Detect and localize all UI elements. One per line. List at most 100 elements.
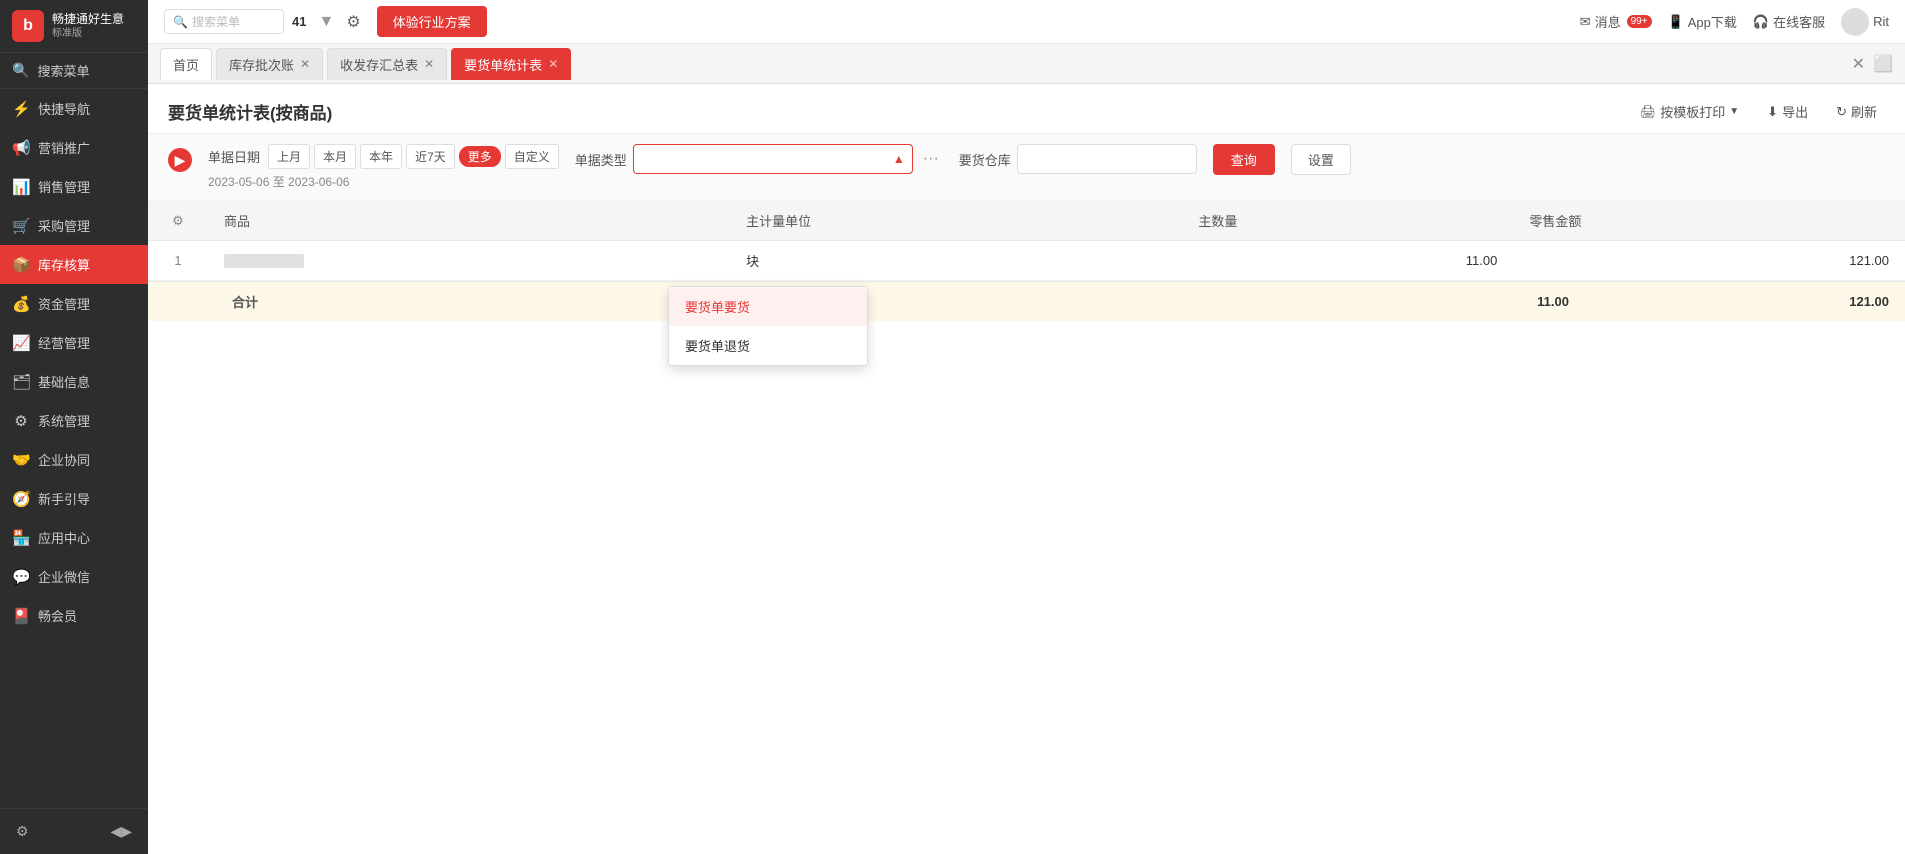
window-close-icon[interactable]: ✕ — [1852, 54, 1865, 74]
filter-bar: ▶ 单据日期 上月 本月 本年 近7天 更多 自定义 2023-05-06 至 … — [148, 134, 1905, 201]
main-area: 🔍 搜索菜单 41 ▼ ⚙ 体验行业方案 ✉ 消息 99+ 📱 App下载 🎧 … — [148, 0, 1905, 854]
sidebar-item-purchase[interactable]: 🛒 采购管理 — [0, 206, 148, 245]
shortcut-icon: ⚡ — [12, 100, 30, 118]
date-btn-this-year[interactable]: 本年 — [360, 144, 402, 169]
sidebar-item-basic[interactable]: 🗂 基础信息 — [0, 362, 148, 401]
refresh-icon: ↻ — [1836, 104, 1847, 120]
topbar: 🔍 搜索菜单 41 ▼ ⚙ 体验行业方案 ✉ 消息 99+ 📱 App下载 🎧 … — [148, 0, 1905, 44]
export-btn[interactable]: ⬇ 导出 — [1759, 98, 1816, 125]
filter-date-row: 单据日期 上月 本月 本年 近7天 更多 自定义 — [208, 144, 559, 169]
col-amount: 零售金额 — [1513, 201, 1905, 241]
date-label: 单据日期 — [208, 147, 260, 166]
tab-requisition[interactable]: 要货单统计表 ✕ — [451, 48, 571, 80]
appstore-icon: 🏪 — [12, 529, 30, 547]
sidebar-item-wechat[interactable]: 💬 企业微信 — [0, 557, 148, 596]
sidebar-item-finance[interactable]: 💰 资金管理 — [0, 284, 148, 323]
cell-qty: 11.00 — [1182, 241, 1513, 281]
tabs-bar: 首页 库存批次账 ✕ 收发存汇总表 ✕ 要货单统计表 ✕ ✕ ⬜ — [148, 44, 1905, 84]
print-dropdown-icon: ▼ — [1729, 106, 1739, 117]
data-table-container: ⚙ 商品 主计量单位 主数量 零售金额 1 — [148, 201, 1905, 281]
date-btn-last-month[interactable]: 上月 — [268, 144, 310, 169]
search-icon: 🔍 — [12, 62, 29, 79]
sidebar-item-enterprise[interactable]: 🤝 企业协同 — [0, 440, 148, 479]
headset-icon: 🎧 — [1753, 14, 1769, 30]
sales-icon: 📊 — [12, 178, 30, 196]
collapse-sidebar-icon[interactable]: ◀▶ — [106, 819, 136, 844]
online-service-btn[interactable]: 🎧 在线客服 — [1753, 12, 1825, 31]
messages-btn[interactable]: ✉ 消息 99+ — [1580, 12, 1652, 31]
filter-type-row: 单据类型 ▲ ··· — [575, 144, 943, 174]
trial-btn[interactable]: 体验行业方案 — [377, 6, 487, 37]
messages-icon: ✉ — [1580, 14, 1591, 30]
basic-icon: 🗂 — [12, 373, 30, 391]
sidebar-bottom: ⚙ ◀▶ — [0, 808, 148, 854]
topbar-left: 🔍 搜索菜单 41 ▼ ⚙ 体验行业方案 — [164, 6, 1580, 37]
refresh-btn[interactable]: ↻ 刷新 — [1828, 98, 1885, 125]
mobile-icon: 📱 — [1668, 14, 1684, 30]
sidebar-item-appstore[interactable]: 🏪 应用中心 — [0, 518, 148, 557]
tab-receivables-close[interactable]: ✕ — [424, 57, 434, 71]
settings-btn[interactable]: 设置 — [1291, 144, 1351, 175]
print-template-btn[interactable]: 🖨 按模板打印 ▼ — [1632, 98, 1747, 125]
table-body: 1 块 11.00 121.00 — [148, 241, 1905, 281]
members-icon: 🎴 — [12, 607, 30, 625]
type-select-input[interactable] — [633, 144, 913, 174]
query-btn[interactable]: 查询 — [1213, 144, 1275, 175]
inventory-icon: 📦 — [12, 256, 30, 274]
tab-requisition-close[interactable]: ✕ — [548, 57, 558, 71]
guide-icon: 🧭 — [12, 490, 30, 508]
topbar-search-box[interactable]: 🔍 搜索菜单 — [164, 9, 284, 34]
topbar-settings-icon[interactable]: ⚙ — [346, 12, 360, 32]
marketing-icon: 📢 — [12, 139, 30, 157]
page-header: 要货单统计表(按商品) 🖨 按模板打印 ▼ ⬇ 导出 ↻ 刷新 — [148, 84, 1905, 134]
system-icon: ⚙ — [12, 412, 30, 430]
summary-label: 合计 — [224, 292, 464, 311]
filter-more-btn[interactable]: ··· — [919, 150, 943, 168]
tab-inventory-close[interactable]: ✕ — [300, 57, 310, 71]
sidebar-item-guide[interactable]: 🧭 新手引导 — [0, 479, 148, 518]
sidebar-item-system[interactable]: ⚙ 系统管理 — [0, 401, 148, 440]
dropdown-item-return[interactable]: 要货单退货 — [669, 326, 867, 365]
warehouse-input[interactable] — [1017, 144, 1197, 174]
summary-amount: 121.00 — [1769, 294, 1889, 309]
sidebar-search-item[interactable]: 🔍 搜索菜单 — [0, 53, 148, 89]
settings-bottom-icon[interactable]: ⚙ — [12, 819, 33, 844]
user-menu[interactable]: Rit — [1841, 8, 1889, 36]
tab-home-label: 首页 — [173, 55, 199, 74]
tab-home[interactable]: 首页 — [160, 48, 212, 80]
data-table: ⚙ 商品 主计量单位 主数量 零售金额 1 — [148, 201, 1905, 281]
date-btn-this-month[interactable]: 本月 — [314, 144, 356, 169]
date-btn-custom[interactable]: 自定义 — [505, 144, 559, 169]
tab-receivables[interactable]: 收发存汇总表 ✕ — [327, 48, 447, 80]
wechat-icon: 💬 — [12, 568, 30, 586]
window-maximize-icon[interactable]: ⬜ — [1873, 54, 1893, 74]
topbar-dropdown-arrow[interactable]: ▼ — [318, 13, 334, 31]
export-icon: ⬇ — [1767, 104, 1778, 120]
app-logo-icon: b — [12, 10, 44, 42]
user-name: Rit — [1873, 14, 1889, 29]
date-btn-last-7days[interactable]: 近7天 — [406, 144, 455, 169]
cell-unit: 块 — [730, 241, 1182, 281]
operations-icon: 📈 — [12, 334, 30, 352]
tab-requisition-label: 要货单统计表 — [464, 55, 542, 74]
filter-expand-btn[interactable]: ▶ — [168, 148, 192, 172]
sidebar-item-inventory[interactable]: 📦 库存核算 — [0, 245, 148, 284]
product-name-placeholder — [224, 254, 304, 268]
sidebar-item-shortcut[interactable]: ⚡ 快捷导航 — [0, 89, 148, 128]
sidebar-item-operations[interactable]: 📈 经营管理 — [0, 323, 148, 362]
filter-date-range-row: 2023-05-06 至 2023-06-06 — [208, 173, 559, 190]
tab-inventory-label: 库存批次账 — [229, 55, 294, 74]
dropdown-item-requisition[interactable]: 要货单要货 — [669, 287, 867, 326]
type-select-wrapper: ▲ — [633, 144, 913, 174]
topbar-right: ✉ 消息 99+ 📱 App下载 🎧 在线客服 Rit — [1580, 8, 1889, 36]
col-settings[interactable]: ⚙ — [148, 201, 208, 241]
sidebar-item-members[interactable]: 🎴 畅会员 — [0, 596, 148, 635]
warehouse-select-group: 要货仓库 — [959, 144, 1197, 174]
app-download-btn[interactable]: 📱 App下载 — [1668, 12, 1737, 31]
tab-inventory[interactable]: 库存批次账 ✕ — [216, 48, 323, 80]
date-quick-btns: 上月 本月 本年 近7天 更多 自定义 — [268, 144, 559, 169]
sidebar-item-sales[interactable]: 📊 销售管理 — [0, 167, 148, 206]
date-btn-more[interactable]: 更多 — [459, 146, 501, 167]
sidebar-item-marketing[interactable]: 📢 营销推广 — [0, 128, 148, 167]
filter-type-group: 单据类型 ▲ ··· — [575, 144, 943, 174]
